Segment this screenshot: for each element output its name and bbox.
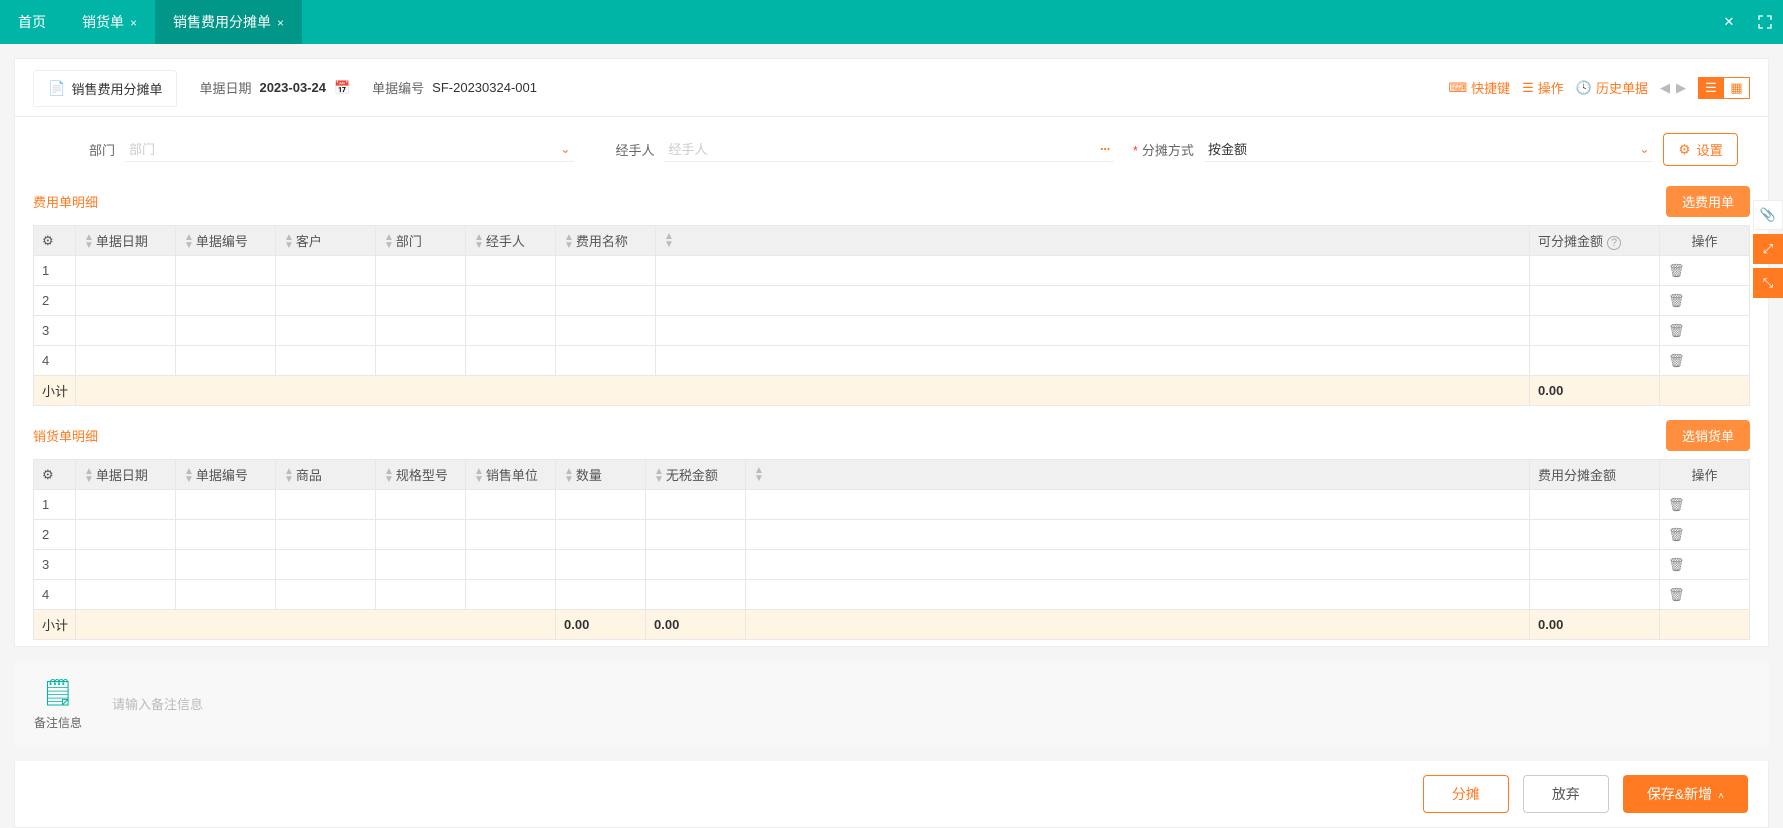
col-action: 操作 <box>1660 226 1750 256</box>
delete-row-icon[interactable]: 🗑 <box>1660 256 1750 286</box>
col-date[interactable]: 单据日期 <box>96 234 148 249</box>
col-qty[interactable]: 数量 <box>576 468 602 483</box>
delete-row-icon[interactable]: 🗑 <box>1660 520 1750 550</box>
attachment-icon[interactable]: 📎 <box>1753 200 1783 230</box>
dept-input[interactable] <box>129 142 552 157</box>
col-num[interactable]: 单据编号 <box>196 468 248 483</box>
history-link[interactable]: 🕓历史单据 <box>1576 78 1648 97</box>
close-icon[interactable]: × <box>130 16 137 30</box>
remark-label: 备注信息 <box>34 714 82 731</box>
doc-num-value: SF-20230324-001 <box>432 80 537 95</box>
table-row[interactable]: 3🗑 <box>34 550 1750 580</box>
handler-input[interactable] <box>668 142 1091 157</box>
col-num[interactable]: 单据编号 <box>196 234 248 249</box>
tab-sales-order[interactable]: 销货单× <box>64 0 155 44</box>
fullscreen-button[interactable] <box>1747 0 1783 44</box>
delete-row-icon[interactable]: 🗑 <box>1660 286 1750 316</box>
col-amount[interactable]: 无税金额 <box>666 468 718 483</box>
tab-home[interactable]: 首页 <box>0 0 64 44</box>
list-icon: ☰ <box>1522 80 1534 96</box>
expense-table: ⚙ ▲▼单据日期 ▲▼单据编号 ▲▼客户 ▲▼部门 ▲▼经手人 ▲▼费用名称 ▲… <box>33 225 1750 406</box>
subtotal-row: 小计0.000.000.00 <box>34 610 1750 640</box>
remark-input[interactable] <box>106 691 1749 718</box>
discard-button[interactable]: 放弃 <box>1523 775 1609 813</box>
select-expense-button[interactable]: 选费用单 <box>1666 186 1750 217</box>
table-row[interactable]: 3🗑 <box>34 316 1750 346</box>
date-value[interactable]: 2023-03-24 <box>259 80 326 95</box>
section-tab[interactable]: 📄 销售费用分摊单 <box>33 70 177 107</box>
table-settings-icon[interactable]: ⚙ <box>34 460 76 490</box>
select-sales-button[interactable]: 选销货单 <box>1666 420 1750 451</box>
tab-sales-expense-alloc[interactable]: 销售费用分摊单× <box>155 0 302 44</box>
expense-block-title: 费用单明细 <box>33 192 98 211</box>
history-icon: 🕓 <box>1576 80 1592 96</box>
top-tab-bar: 首页 销货单× 销售费用分摊单× ✕ <box>0 0 1783 44</box>
view-list-button[interactable]: ☰ <box>1698 77 1724 99</box>
col-handler[interactable]: 经手人 <box>486 234 525 249</box>
remark-section: 🗒 备注信息 <box>14 661 1769 747</box>
chevron-up-icon: ˄ <box>1718 791 1724 802</box>
col-action: 操作 <box>1660 460 1750 490</box>
document-icon: 📄 <box>48 80 65 97</box>
sales-table: ⚙ ▲▼单据日期 ▲▼单据编号 ▲▼商品 ▲▼规格型号 ▲▼销售单位 ▲▼数量 … <box>33 459 1750 640</box>
subtotal-row: 小计0.00 <box>34 376 1750 406</box>
col-date[interactable]: 单据日期 <box>96 468 148 483</box>
more-icon[interactable]: ··· <box>1100 142 1110 157</box>
method-label: *分摊方式 <box>1124 140 1194 159</box>
settings-button[interactable]: ⚙设置 <box>1663 133 1738 166</box>
calendar-icon[interactable]: 📅 <box>334 80 350 96</box>
sales-block-title: 销货单明细 <box>33 426 98 445</box>
doc-num-label: 单据编号 <box>372 78 424 97</box>
method-input[interactable] <box>1208 141 1631 156</box>
chevron-down-icon: ⌄ <box>560 142 570 156</box>
close-icon[interactable]: × <box>277 16 284 30</box>
delete-row-icon[interactable]: 🗑 <box>1660 550 1750 580</box>
table-row[interactable]: 1🗑 <box>34 256 1750 286</box>
delete-row-icon[interactable]: 🗑 <box>1660 490 1750 520</box>
note-icon: 🗒 <box>42 677 75 708</box>
delete-row-icon[interactable]: 🗑 <box>1660 346 1750 376</box>
col-dept[interactable]: 部门 <box>396 234 422 249</box>
close-window-button[interactable]: ✕ <box>1711 0 1747 44</box>
save-new-button[interactable]: 保存&新增˄ <box>1623 775 1748 813</box>
col-unit[interactable]: 销售单位 <box>486 468 538 483</box>
next-icon[interactable]: ▶ <box>1676 80 1686 96</box>
prev-icon[interactable]: ◀ <box>1660 80 1670 96</box>
table-row[interactable]: 4🗑 <box>34 580 1750 610</box>
keyboard-icon: ⌨ <box>1448 80 1467 96</box>
table-row[interactable]: 2🗑 <box>34 520 1750 550</box>
expand-alt-icon[interactable]: ⤡ <box>1753 268 1783 298</box>
shortcut-link[interactable]: ⌨快捷键 <box>1448 78 1510 97</box>
table-row[interactable]: 2🗑 <box>34 286 1750 316</box>
side-toolbar: 📎 ⤢ ⤡ <box>1753 200 1783 302</box>
col-customer[interactable]: 客户 <box>296 234 322 249</box>
dept-label: 部门 <box>45 140 115 159</box>
view-grid-button[interactable]: ▦ <box>1724 77 1750 99</box>
table-settings-icon[interactable]: ⚙ <box>34 226 76 256</box>
table-row[interactable]: 4🗑 <box>34 346 1750 376</box>
handler-label: 经手人 <box>584 140 654 159</box>
col-alloc-fee[interactable]: 费用分摊金额 <box>1530 460 1660 490</box>
operate-link[interactable]: ☰操作 <box>1522 78 1564 97</box>
allocate-button[interactable]: 分摊 <box>1423 775 1509 813</box>
main-content: 📄 销售费用分摊单 单据日期 2023-03-24 📅 单据编号 SF-2023… <box>14 58 1769 647</box>
col-spec[interactable]: 规格型号 <box>396 468 448 483</box>
expand-icon[interactable]: ⤢ <box>1753 234 1783 264</box>
chevron-down-icon: ⌄ <box>1639 142 1649 156</box>
col-alloc-amount[interactable]: 可分摊金额 <box>1538 234 1603 249</box>
date-label: 单据日期 <box>199 78 251 97</box>
table-row[interactable]: 1🗑 <box>34 490 1750 520</box>
col-product[interactable]: 商品 <box>296 468 322 483</box>
delete-row-icon[interactable]: 🗑 <box>1660 580 1750 610</box>
delete-row-icon[interactable]: 🗑 <box>1660 316 1750 346</box>
help-icon[interactable]: ? <box>1607 236 1621 250</box>
gear-icon: ⚙ <box>1678 142 1690 158</box>
col-fee-name[interactable]: 费用名称 <box>576 234 628 249</box>
section-tab-label: 销售费用分摊单 <box>71 79 162 98</box>
